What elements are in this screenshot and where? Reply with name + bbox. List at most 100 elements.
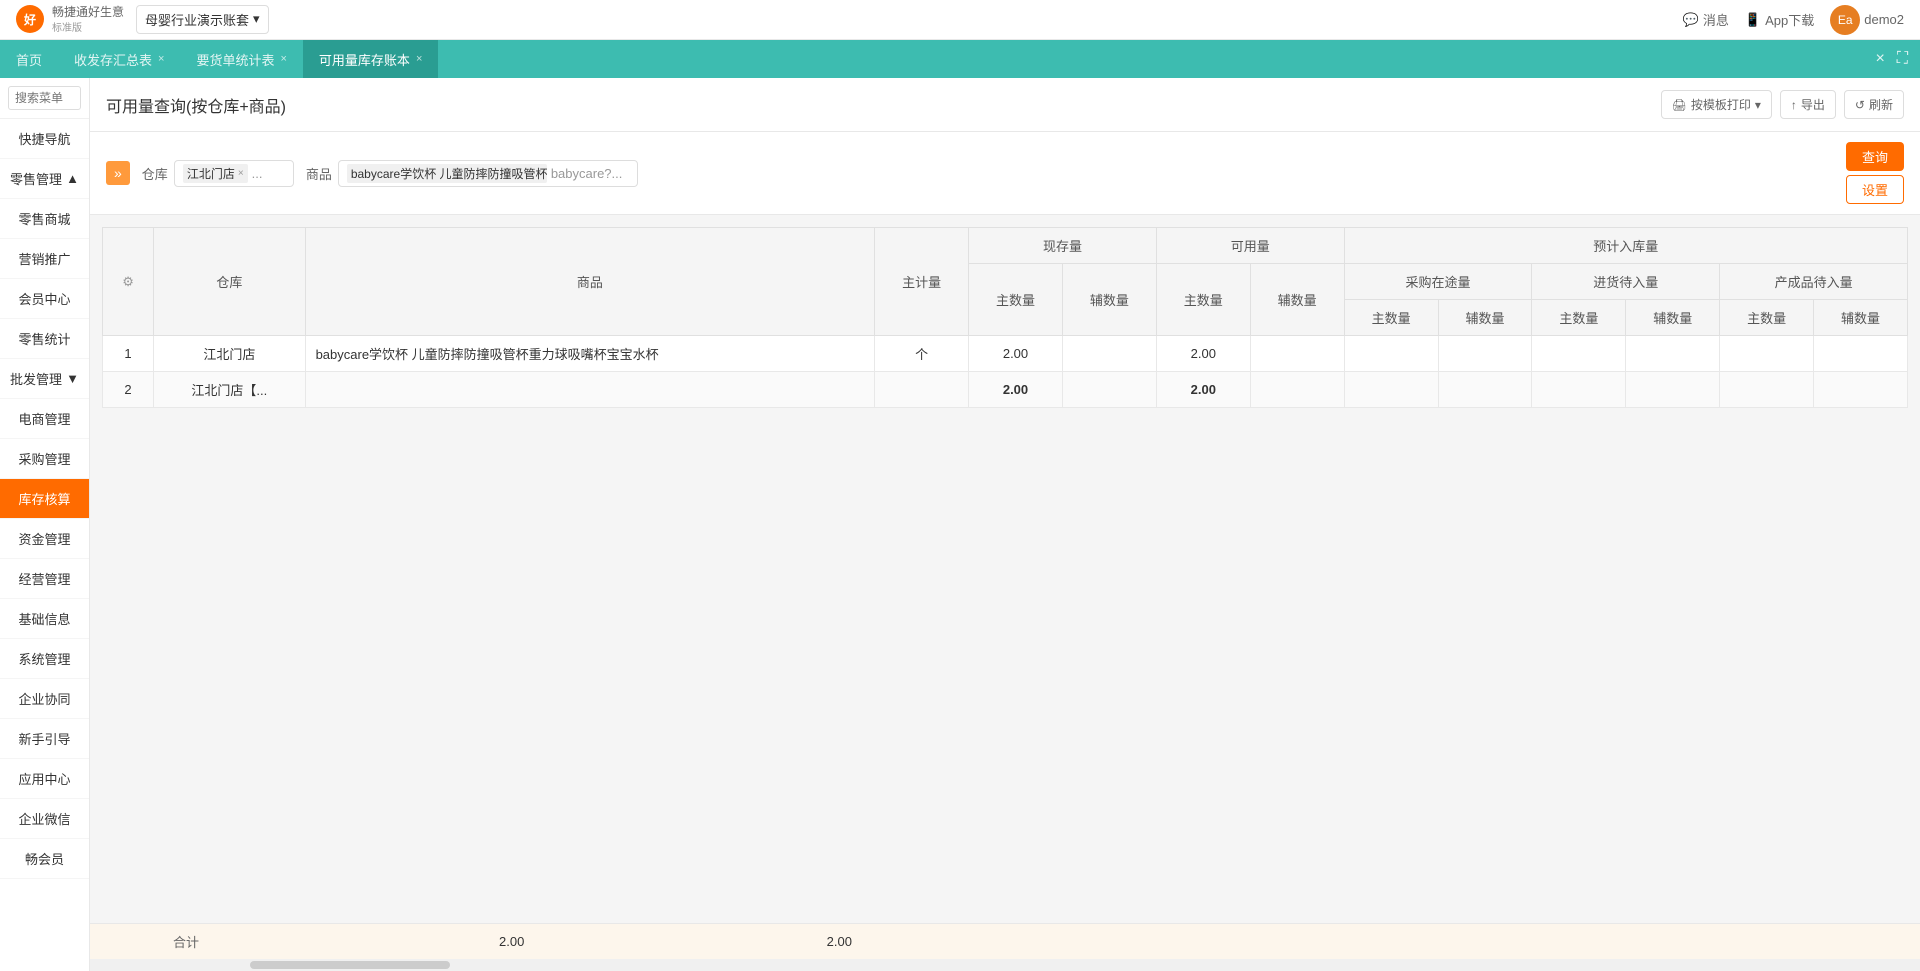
tab-available-close[interactable]: × (416, 53, 422, 65)
warehouse-more[interactable]: ... (252, 166, 263, 181)
product-filter: 商品 babycare学饮杯 儿童防摔防撞吸管杯重力球吸嘴杯宝宝水杯 × bab… (306, 160, 638, 187)
sidebar-item-new-guide[interactable]: 新手引导 (0, 719, 89, 759)
warehouse-tag-jianghemen: 江北门店 × (183, 164, 248, 183)
cell-unit-2 (875, 372, 969, 408)
warehouse-tag-container[interactable]: 江北门店 × ... (174, 160, 294, 187)
sidebar-system-label: 系统管理 (18, 652, 70, 667)
sidebar-item-retail-stats[interactable]: 零售统计 (0, 319, 89, 359)
th-inb-main: 主数量 (1532, 300, 1626, 336)
sidebar-item-operations-mgmt[interactable]: 经营管理 (0, 559, 89, 599)
filter-buttons: 查询 设置 (1846, 142, 1904, 204)
th-product: 商品 (305, 228, 875, 336)
sidebar: 快捷导航 零售管理 ▲ 零售商城 营销推广 会员中心 零售统计 批发管理 ▼ 电… (0, 78, 90, 971)
sidebar-item-marketing[interactable]: 营销推广 (0, 239, 89, 279)
sidebar-item-quick-nav[interactable]: 快捷导航 (0, 119, 89, 159)
sidebar-item-finance-mgmt[interactable]: 资金管理 (0, 519, 89, 559)
sidebar-item-enterprise-collab[interactable]: 企业协同 (0, 679, 89, 719)
th-proc-aux: 辅数量 (1438, 300, 1532, 336)
app-download-label: App下载 (1765, 10, 1814, 29)
cell-stock-main-1: 2.00 (969, 336, 1063, 372)
th-warehouse: 仓库 (154, 228, 306, 336)
th-proc-main: 主数量 (1344, 300, 1438, 336)
horizontal-scrollbar[interactable] (90, 959, 1920, 971)
cell-prod-main-2 (1720, 372, 1814, 408)
close-all-btn[interactable]: × (1871, 46, 1888, 72)
sidebar-inventory-label: 库存核算 (18, 492, 70, 507)
sidebar-item-wholesale-mgmt[interactable]: 批发管理 ▼ (0, 359, 89, 399)
product-more[interactable]: babycare?... (551, 166, 623, 181)
cell-stock-main-2: 2.00 (969, 372, 1063, 408)
cell-avail-main-2: 2.00 (1156, 372, 1250, 408)
settings-btn[interactable]: 设置 (1846, 175, 1904, 204)
cell-inb-main-2 (1532, 372, 1626, 408)
cell-stock-aux-1 (1062, 336, 1156, 372)
cell-prod-aux-2 (1814, 372, 1908, 408)
settings-icon[interactable]: ⚙ (122, 274, 134, 289)
product-tag-text: babycare学饮杯 儿童防摔防撞吸管杯重力球吸嘴杯宝宝水杯 (351, 165, 547, 182)
export-icon: ↑ (1791, 98, 1797, 112)
th-prod-main: 主数量 (1720, 300, 1814, 336)
sidebar-item-inventory-check[interactable]: 库存核算 (0, 479, 89, 519)
cell-proc-aux-2 (1438, 372, 1532, 408)
logo-area: 好 畅捷通好生意 标准版 (16, 5, 124, 34)
sidebar-item-app-center[interactable]: 应用中心 (0, 759, 89, 799)
sidebar-item-retail-mgmt[interactable]: 零售管理 ▲ (0, 159, 89, 199)
avatar: Ea (1830, 5, 1860, 35)
tab-order-stats[interactable]: 要货单统计表 × (180, 40, 302, 78)
sidebar-item-enterprise-wechat[interactable]: 企业微信 (0, 799, 89, 839)
table-footer: 合计 2.00 2.00 (90, 923, 1920, 959)
nav-actions: × ⛶ (1871, 46, 1920, 72)
print-template-btn[interactable]: 🖨 按模板打印 ▾ (1661, 90, 1772, 119)
search-input[interactable] (8, 86, 81, 110)
filter-row: » 仓库 江北门店 × ... 商品 babycare学饮杯 儿童防摔防撞吸管杯… (90, 132, 1920, 215)
sidebar-app-center-label: 应用中心 (18, 772, 70, 787)
cell-inb-aux-2 (1626, 372, 1720, 408)
th-settings[interactable]: ⚙ (103, 228, 154, 336)
data-table: ⚙ 仓库 商品 主计量 现存量 可用量 预计入库量 主数量 辅数量 主数量 辅数… (102, 227, 1908, 408)
top-bar-right: 💬 消息 📱 App下载 Ea demo2 (1683, 5, 1904, 35)
export-label: 导出 (1801, 96, 1825, 113)
query-btn[interactable]: 查询 (1846, 142, 1904, 171)
industry-select[interactable]: 母婴行业演示账套 ▾ (136, 5, 269, 34)
page-title: 可用量查询(按仓库+商品) (106, 93, 286, 117)
product-tag-container[interactable]: babycare学饮杯 儿童防摔防撞吸管杯重力球吸嘴杯宝宝水杯 × babyca… (338, 160, 638, 187)
sidebar-wholesale-label: 批发管理 (10, 369, 62, 388)
sidebar-item-retail-mall[interactable]: 零售商城 (0, 199, 89, 239)
sidebar-item-ecommerce-mgmt[interactable]: 电商管理 (0, 399, 89, 439)
app-download-btn[interactable]: 📱 App下载 (1745, 10, 1814, 29)
export-btn[interactable]: ↑ 导出 (1780, 90, 1836, 119)
main-layout: 快捷导航 零售管理 ▲ 零售商城 营销推广 会员中心 零售统计 批发管理 ▼ 电… (0, 78, 1920, 971)
sidebar-basic-info-label: 基础信息 (18, 612, 70, 627)
user-area[interactable]: Ea demo2 (1830, 5, 1904, 35)
message-btn[interactable]: 💬 消息 (1683, 10, 1729, 29)
tab-home[interactable]: 首页 (0, 40, 58, 78)
page-header: 可用量查询(按仓库+商品) 🖨 按模板打印 ▾ ↑ 导出 ↺ 刷新 (90, 78, 1920, 132)
th-current-stock: 现存量 (969, 228, 1157, 264)
sidebar-item-basic-info[interactable]: 基础信息 (0, 599, 89, 639)
tab-receive-close[interactable]: × (158, 53, 164, 65)
cell-warehouse-2: 江北门店【... (154, 372, 306, 408)
sidebar-item-member-center[interactable]: 会员中心 (0, 279, 89, 319)
scroll-thumb[interactable] (250, 961, 450, 969)
warehouse-tag-close[interactable]: × (238, 168, 244, 179)
message-label: 消息 (1703, 10, 1729, 29)
tab-receive-summary[interactable]: 收发存汇总表 × (58, 40, 180, 78)
th-stock-aux-qty: 辅数量 (1062, 264, 1156, 336)
sidebar-ecommerce-label: 电商管理 (18, 412, 70, 427)
sidebar-member-center-label: 会员中心 (18, 292, 70, 307)
tab-order-close[interactable]: × (280, 53, 286, 65)
sidebar-item-purchase-mgmt[interactable]: 采购管理 (0, 439, 89, 479)
chevron-icon-2: ▼ (66, 371, 79, 386)
filter-toggle-btn[interactable]: » (106, 161, 130, 185)
tab-available-label: 可用量库存账本 (319, 50, 410, 69)
sidebar-item-vip-member[interactable]: 畅会员 (0, 839, 89, 879)
cell-avail-aux-2 (1250, 372, 1344, 408)
refresh-btn[interactable]: ↺ 刷新 (1844, 90, 1904, 119)
fullscreen-btn[interactable]: ⛶ (1893, 46, 1912, 72)
th-procurement-in-transit: 采购在途量 (1344, 264, 1532, 300)
sidebar-item-system-mgmt[interactable]: 系统管理 (0, 639, 89, 679)
table-row: 1 江北门店 babycare学饮杯 儿童防摔防撞吸管杯重力球吸嘴杯宝宝水杯 个… (103, 336, 1908, 372)
refresh-label: 刷新 (1869, 96, 1893, 113)
refresh-icon: ↺ (1855, 98, 1865, 112)
tab-available-stock[interactable]: 可用量库存账本 × (303, 40, 438, 78)
